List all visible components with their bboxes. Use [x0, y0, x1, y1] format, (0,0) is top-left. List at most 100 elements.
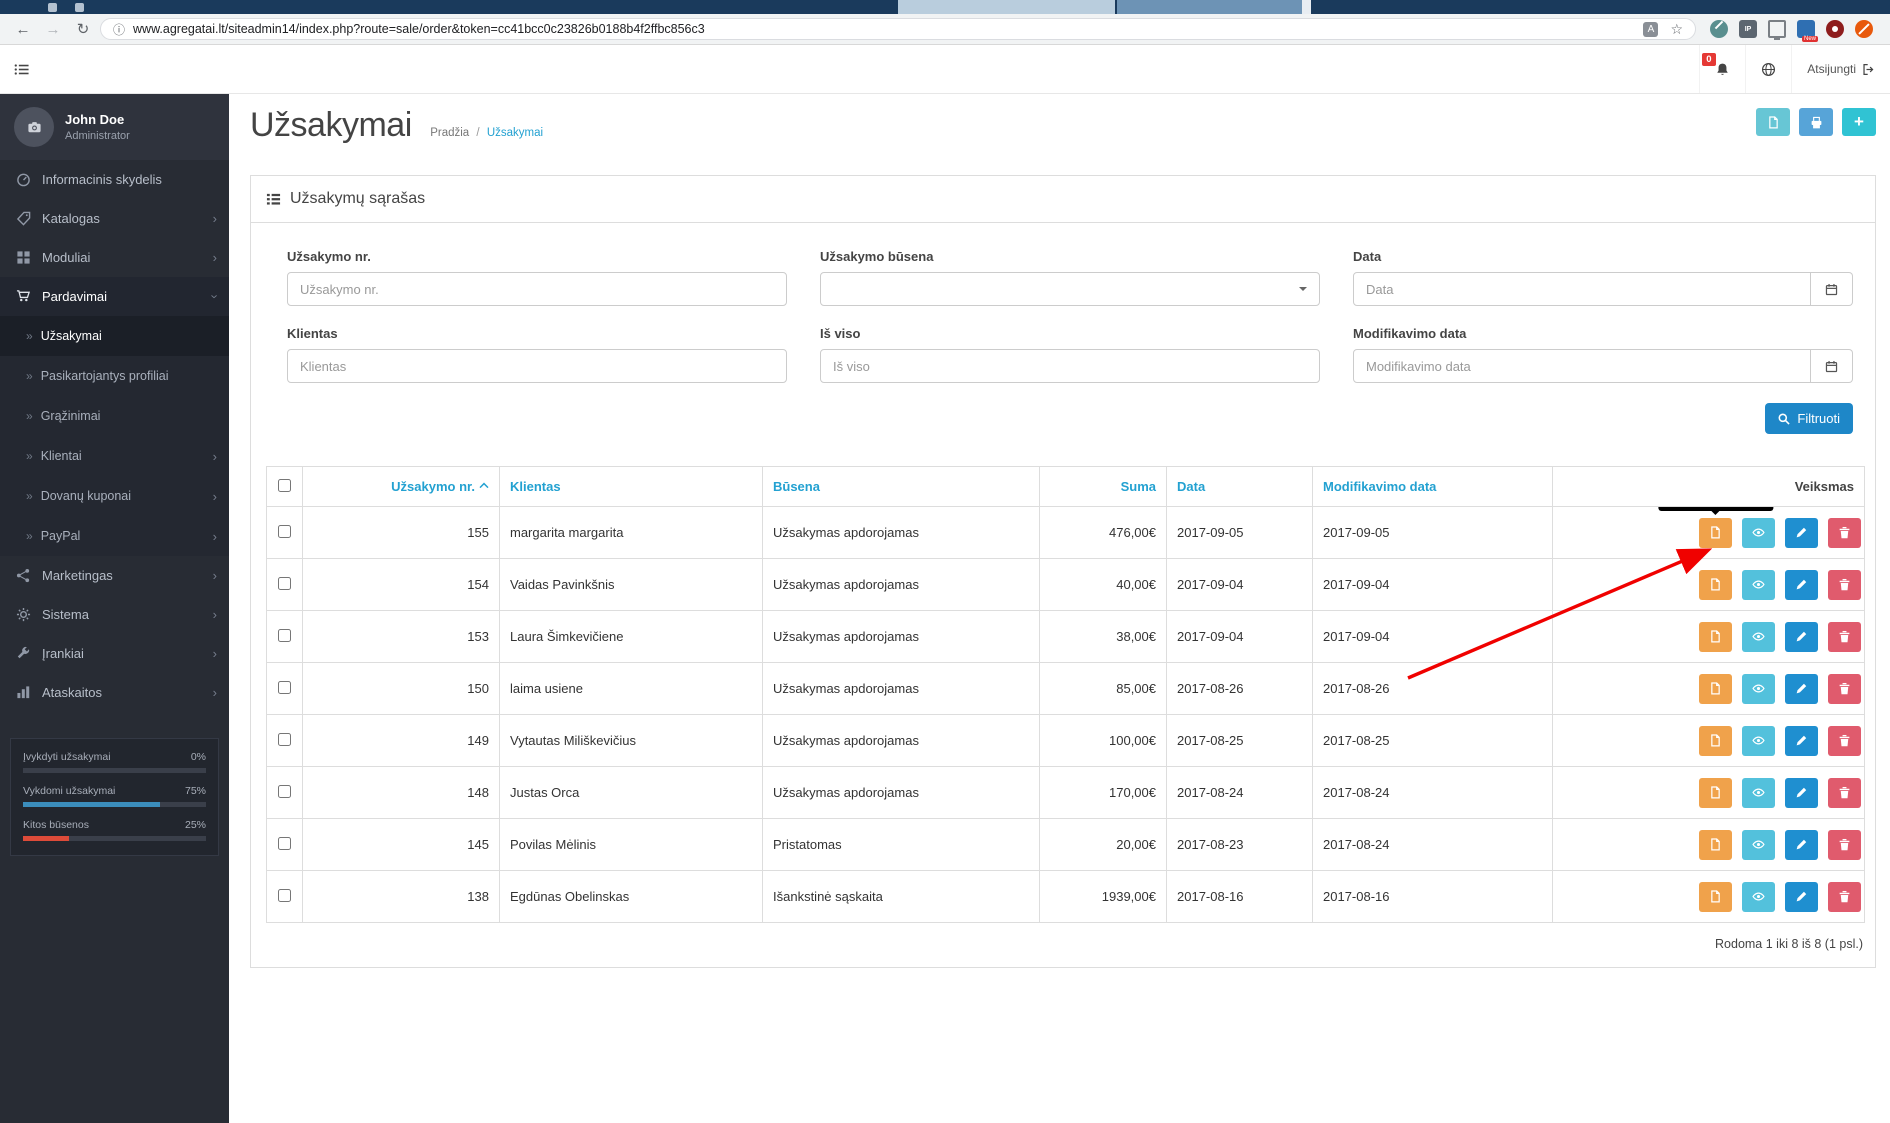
delete-order-button[interactable] [1828, 569, 1861, 600]
edit-order-button[interactable] [1785, 673, 1818, 704]
sidebar-item-system[interactable]: Sistema [0, 595, 229, 634]
customer-input[interactable] [287, 349, 787, 383]
invoice-pdf-button[interactable] [1699, 621, 1732, 652]
delete-order-button[interactable] [1828, 621, 1861, 652]
edit-order-button[interactable] [1785, 517, 1818, 548]
sidebar-item-marketing[interactable]: Marketingas [0, 556, 229, 595]
delete-order-button[interactable] [1828, 881, 1861, 912]
invoice-pdf-button[interactable] [1699, 777, 1732, 808]
row-checkbox[interactable] [278, 784, 291, 798]
user-role: Administrator [65, 130, 130, 142]
browser-tab-favicon[interactable] [75, 3, 84, 12]
sidebar-item-catalog[interactable]: Katalogas [0, 199, 229, 238]
shipping-print-button[interactable] [1799, 108, 1833, 136]
view-order-button[interactable] [1742, 517, 1775, 548]
edit-order-button[interactable] [1785, 569, 1818, 600]
sidebar-item-dashboard[interactable]: Informacinis skydelis [0, 160, 229, 199]
delete-order-button[interactable] [1828, 829, 1861, 860]
total-input[interactable] [820, 349, 1320, 383]
back-button[interactable] [10, 22, 36, 37]
delete-order-button[interactable] [1828, 725, 1861, 756]
row-checkbox[interactable] [278, 888, 291, 902]
delete-order-button[interactable] [1828, 517, 1861, 548]
edit-order-button[interactable] [1785, 725, 1818, 756]
row-checkbox[interactable] [278, 836, 291, 850]
order-status-select[interactable] [820, 272, 1320, 306]
delete-order-button[interactable] [1828, 777, 1861, 808]
sidebar-item-reports[interactable]: Ataskaitos [0, 673, 229, 712]
edit-order-button[interactable] [1785, 777, 1818, 808]
breadcrumb-home[interactable]: Pradžia [430, 127, 469, 139]
reload-button[interactable] [70, 22, 96, 37]
view-order-button[interactable] [1742, 569, 1775, 600]
row-checkbox[interactable] [278, 576, 291, 590]
view-order-button[interactable] [1742, 829, 1775, 860]
sort-total-link[interactable]: Suma [1121, 479, 1156, 494]
browser-tab[interactable] [1117, 0, 1307, 14]
edit-order-button[interactable] [1785, 881, 1818, 912]
sidebar-item-customers[interactable]: Klientai [0, 436, 229, 476]
bookmark-star-icon[interactable] [1670, 21, 1683, 38]
sidebar-item-gift-vouchers[interactable]: Dovanų kuponai [0, 476, 229, 516]
sort-mod-date-link[interactable]: Modifikavimo data [1323, 479, 1436, 494]
extension-icon-blocker[interactable] [1855, 20, 1873, 38]
sidebar-item-orders[interactable]: Užsakymai [0, 316, 229, 356]
date-calendar-button[interactable] [1811, 272, 1853, 306]
breadcrumb-current[interactable]: Užsakymai [487, 127, 543, 139]
invoice-pdf-button[interactable] [1699, 829, 1732, 860]
browser-tab[interactable] [898, 0, 1115, 14]
mod-date-calendar-button[interactable] [1811, 349, 1853, 383]
sidebar-item-sales[interactable]: Pardavimai [0, 277, 229, 316]
invoice-pdf-button[interactable]: Sąskaita faktūra PDF [1657, 507, 1774, 548]
forward-button[interactable] [40, 22, 66, 37]
delete-order-button[interactable] [1828, 673, 1861, 704]
view-order-button[interactable] [1742, 725, 1775, 756]
row-checkbox[interactable] [278, 524, 291, 538]
extension-icon-adblock[interactable] [1826, 20, 1844, 38]
translate-icon[interactable] [1643, 21, 1659, 37]
sort-date-link[interactable]: Data [1177, 479, 1205, 494]
extension-icon-ip[interactable] [1739, 20, 1757, 38]
extension-icon-screenshot[interactable] [1768, 20, 1786, 40]
menu-toggle-icon[interactable] [14, 62, 29, 77]
date-input[interactable] [1353, 272, 1811, 306]
row-checkbox[interactable] [278, 732, 291, 746]
sidebar-item-returns[interactable]: Grąžinimai [0, 396, 229, 436]
sort-status-link[interactable]: Būsena [773, 479, 820, 494]
order-nr-input[interactable] [287, 272, 787, 306]
sort-order-nr-link[interactable]: Užsakymo nr. [391, 479, 489, 494]
browser-tab-favicon[interactable] [48, 3, 57, 12]
invoice-pdf-button[interactable] [1699, 673, 1732, 704]
browser-tab[interactable] [1302, 0, 1311, 14]
sidebar-item-modules[interactable]: Moduliai [0, 238, 229, 277]
invoice-print-button[interactable] [1756, 108, 1790, 136]
sort-customer-link[interactable]: Klientas [510, 479, 561, 494]
sidebar-item-paypal[interactable]: PayPal [0, 516, 229, 556]
invoice-pdf-button[interactable] [1699, 569, 1732, 600]
invoice-pdf-button[interactable] [1699, 725, 1732, 756]
row-checkbox[interactable] [278, 680, 291, 694]
site-info-icon[interactable] [113, 21, 125, 38]
add-order-button[interactable] [1842, 108, 1876, 136]
extension-icon-new[interactable] [1797, 20, 1818, 42]
sidebar-item-recurring-profiles[interactable]: Pasikartojantys profiliai [0, 356, 229, 396]
view-order-button[interactable] [1742, 621, 1775, 652]
store-front-button[interactable] [1745, 45, 1791, 93]
invoice-pdf-button[interactable] [1699, 881, 1732, 912]
view-order-button[interactable] [1742, 777, 1775, 808]
view-order-button[interactable] [1742, 881, 1775, 912]
select-all-checkbox[interactable] [278, 478, 291, 492]
row-checkbox[interactable] [278, 628, 291, 642]
edit-order-button[interactable] [1785, 829, 1818, 860]
filter-button[interactable]: Filtruoti [1765, 403, 1853, 434]
status-cell: Išankstinė sąskaita [762, 870, 1040, 923]
gear-icon [16, 607, 32, 622]
extension-icon-pipette[interactable] [1710, 20, 1728, 38]
view-order-button[interactable] [1742, 673, 1775, 704]
notifications-button[interactable]: 0 [1699, 45, 1745, 93]
sidebar-item-tools[interactable]: Įrankiai [0, 634, 229, 673]
url-input[interactable]: www.agregatai.lt/siteadmin14/index.php?r… [100, 18, 1696, 40]
edit-order-button[interactable] [1785, 621, 1818, 652]
mod-date-input[interactable] [1353, 349, 1811, 383]
logout-button[interactable]: Atsijungti [1791, 45, 1890, 93]
